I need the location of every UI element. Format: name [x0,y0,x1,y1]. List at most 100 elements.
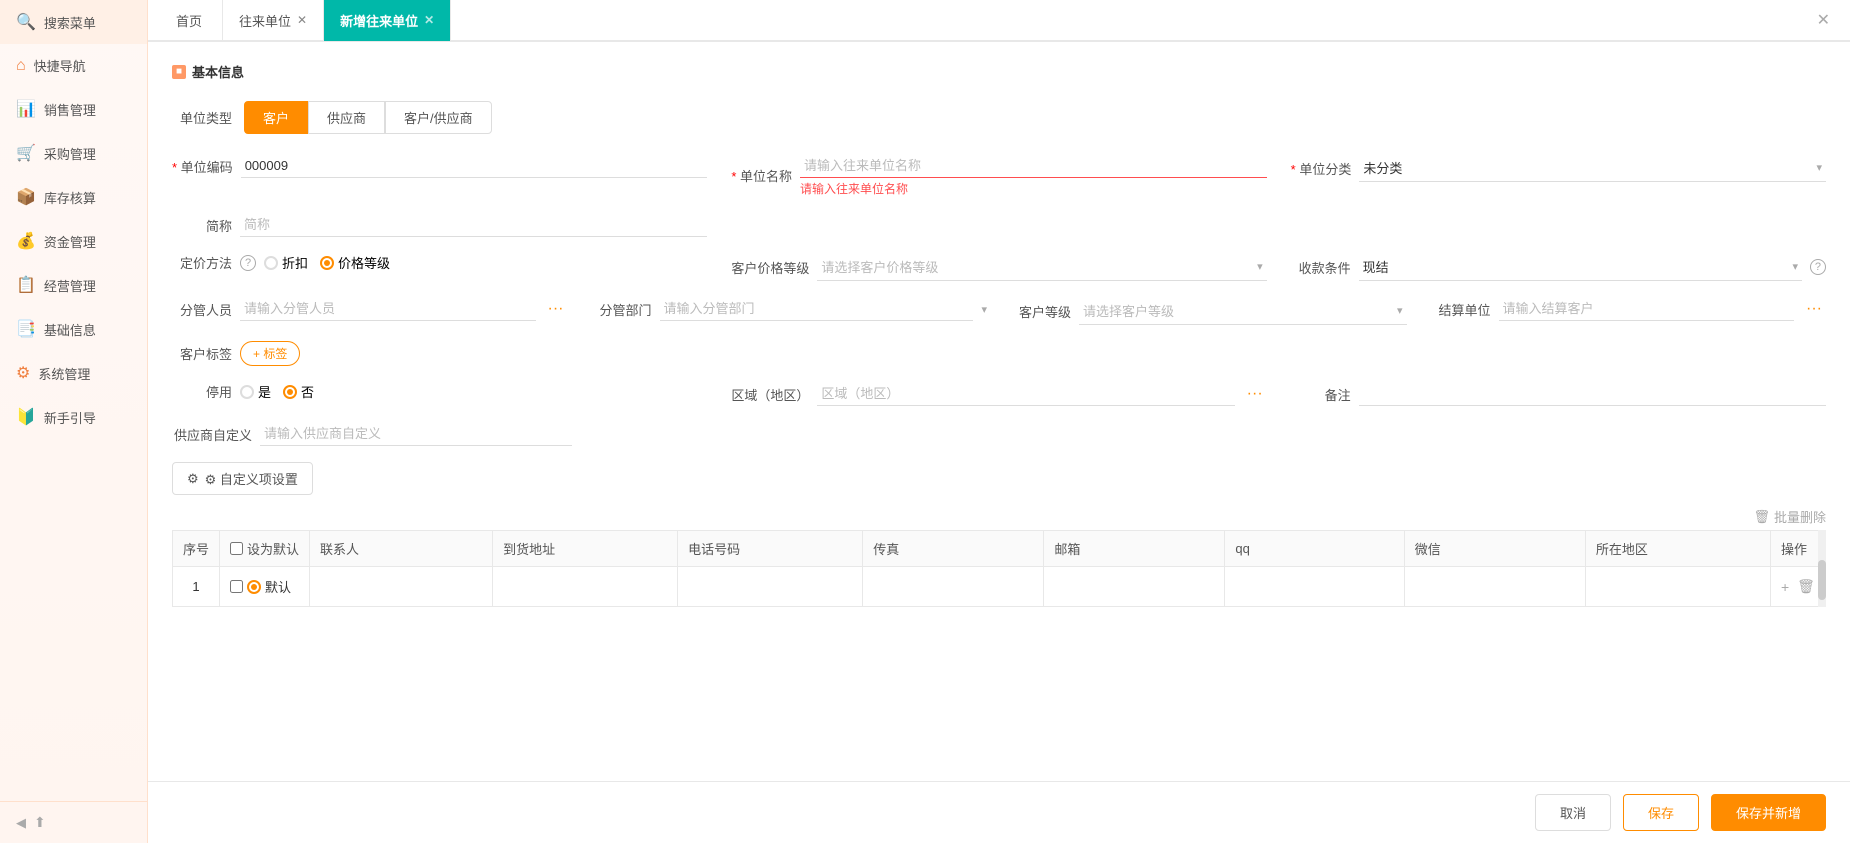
search-icon: 🔍 [16,12,36,32]
wechat-input[interactable] [1415,575,1575,598]
col-payment-terms: 收款条件 现结 ▾ ? [1291,253,1826,281]
sidebar-item-purchase[interactable]: 🛒 采购管理 [0,131,147,175]
pricing-radio-group: 折扣 价格等级 [264,253,390,272]
select-all-checkbox[interactable] [230,542,243,555]
sidebar-item-operations[interactable]: 📋 经营管理 [0,263,147,307]
radio-discount-circle [264,256,278,270]
radio-yes-circle [240,385,254,399]
tab-bar: 首页 往来单位 ✕ 新增往来单位 ✕ ✕ [148,0,1850,42]
inventory-icon: 📦 [16,187,36,207]
row-short-name: 简称 [172,213,1826,237]
short-name-input[interactable] [240,213,707,237]
cl-label: 客户等级 [1011,302,1071,321]
payment-terms-select[interactable]: 现结 ▾ [1359,253,1802,281]
col-unit-code: 单位编码 [172,154,707,178]
disabled-radio-group: 是 否 [240,382,314,401]
unit-name-input[interactable] [800,154,1267,178]
contact-input[interactable] [320,575,482,598]
radio-disabled-yes[interactable]: 是 [240,382,271,401]
unit-type-supplier[interactable]: 供应商 [308,101,385,134]
col-header-default: 设为默认 [220,531,310,567]
col-header-region: 所在地区 [1585,531,1770,567]
phone-input[interactable] [688,575,852,598]
custom-settings-section: ⚙ ⚙ 自定义项设置 [172,462,1826,495]
sidebar-item-label: 系统管理 [38,364,90,383]
sidebar-collapse-icon[interactable]: ◀ [16,815,26,831]
sidebar-up-icon[interactable]: ⬆ [34,814,46,831]
remark-input[interactable] [1359,382,1826,406]
sidebar-item-finance[interactable]: 💰 资金管理 [0,219,147,263]
unit-category-label: 单位分类 [1291,159,1352,178]
unit-type-both[interactable]: 客户/供应商 [385,101,492,134]
table-row: 1 默认 [173,567,1826,607]
col-header-contact: 联系人 [310,531,493,567]
close-all-tabs[interactable]: ✕ [1805,10,1842,30]
manager-input[interactable] [240,297,536,321]
footer-bar: 取消 保存 保存并新增 [148,781,1850,843]
row-region-input[interactable] [1596,575,1760,598]
email-input[interactable] [1054,575,1214,598]
row-delete-btn[interactable]: 🗑 [1797,578,1815,595]
sidebar-item-guide[interactable]: 🔰 新手引导 [0,395,147,439]
col-region: 区域（地区） ··· [731,382,1266,406]
customer-price-level-select[interactable]: 请选择客户价格等级 ▾ [817,253,1266,281]
unit-name-label: 单位名称 [731,166,792,185]
tab-partners-close[interactable]: ✕ [297,13,307,27]
add-tag-button[interactable]: + 标签 [240,341,300,366]
row-unit-code-name-cat: 单位编码 单位名称 请输入往来单位名称 单位分类 未分类 ▾ [172,154,1826,197]
tab-home[interactable]: 首页 [156,0,223,41]
row-fax [863,567,1044,607]
row-region [1585,567,1770,607]
table-scrollbar[interactable] [1818,530,1826,607]
fax-input[interactable] [873,575,1033,598]
payment-help-icon[interactable]: ? [1810,259,1826,275]
tab-partners[interactable]: 往来单位 ✕ [223,0,324,41]
tab-new-partner-close[interactable]: ✕ [424,13,434,27]
contact-table-section: 序号 设为默认 联系人 到货地址 电话号码 传真 邮箱 qq [172,530,1826,607]
tab-new-partner[interactable]: 新增往来单位 ✕ [324,0,451,41]
sidebar-item-inventory[interactable]: 📦 库存核算 [0,175,147,219]
row-default-radio[interactable]: 默认 [247,577,291,596]
radio-price-level[interactable]: 价格等级 [320,253,390,272]
save-add-button[interactable]: 保存并新增 [1711,794,1826,831]
row-add-btn[interactable]: + [1781,579,1789,595]
sidebar-item-system[interactable]: ⚙ 系统管理 [0,351,147,395]
cpl-arrow-icon: ▾ [1257,260,1263,273]
supplier-custom-input[interactable] [260,422,572,446]
row-checkbox[interactable] [230,580,243,593]
unit-category-select[interactable]: 未分类 ▾ [1359,154,1826,182]
col-pricing-method: 定价方法 ? 折扣 价格等级 [172,253,707,272]
dept-label: 分管部门 [592,300,652,319]
sidebar-item-quicknav[interactable]: ⌂ 快捷导航 [0,44,147,87]
dept-input[interactable] [660,297,974,321]
unit-type-customer[interactable]: 客户 [244,101,308,134]
sidebar-item-sales[interactable]: 📊 销售管理 [0,87,147,131]
manager-more-btn[interactable]: ··· [544,300,568,318]
radio-discount[interactable]: 折扣 [264,253,308,272]
col-customer-level: 客户等级 请选择客户等级 ▾ [1011,297,1407,325]
row-customer-tag: 客户标签 + 标签 [172,341,1826,366]
region-input[interactable] [817,382,1234,406]
su-input[interactable] [1499,297,1795,321]
sidebar-item-label: 新手引导 [44,408,96,427]
region-more-btn[interactable]: ··· [1243,385,1267,403]
custom-settings-button[interactable]: ⚙ ⚙ 自定义项设置 [172,462,313,495]
col-unit-name: 单位名称 请输入往来单位名称 [731,154,1266,197]
batch-delete-btn[interactable]: 🗑 批量删除 [172,507,1826,526]
sidebar-item-basic-info[interactable]: 📑 基础信息 [0,307,147,351]
purchase-icon: 🛒 [16,143,36,163]
col-remark: 备注 [1291,382,1826,406]
unit-code-input[interactable] [241,154,708,178]
address-input[interactable] [503,575,667,598]
radio-disabled-no[interactable]: 否 [283,382,314,401]
save-button[interactable]: 保存 [1623,794,1699,831]
gear-icon: ⚙ [187,471,199,487]
cancel-button[interactable]: 取消 [1535,794,1611,831]
qq-input[interactable] [1235,575,1393,598]
pricing-help-icon[interactable]: ? [240,255,256,271]
col-short-name: 简称 [172,213,707,237]
category-arrow-icon: ▾ [1816,161,1822,174]
su-more-btn[interactable]: ··· [1802,300,1826,318]
customer-level-select[interactable]: 请选择客户等级 ▾ [1079,297,1407,325]
sidebar-item-search[interactable]: 🔍 搜索菜单 [0,0,147,44]
